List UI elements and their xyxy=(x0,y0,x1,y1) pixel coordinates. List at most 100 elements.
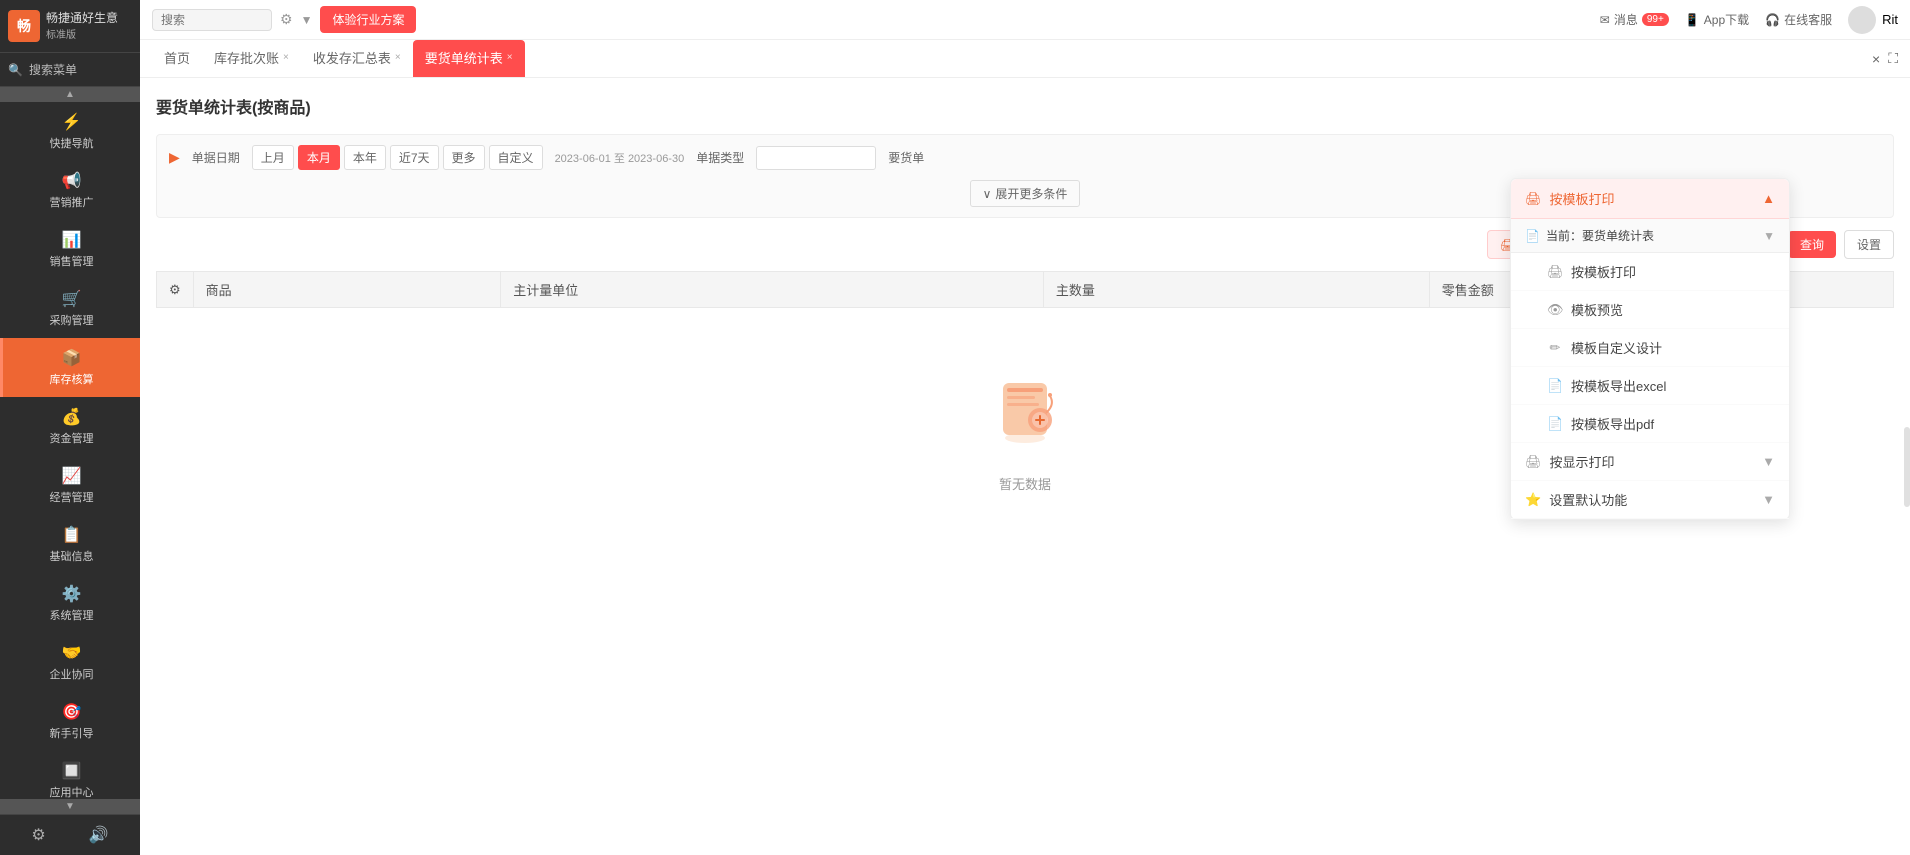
order-type-select[interactable] xyxy=(756,146,876,170)
empty-svg-icon xyxy=(985,368,1065,448)
online-service-label: 在线客服 xyxy=(1784,11,1832,28)
tab-expand-button[interactable]: ⛶ xyxy=(1888,50,1898,67)
sidebar-item-label: 营销推广 xyxy=(50,194,94,210)
sidebar-item-finance[interactable]: 💰 资金管理 xyxy=(0,397,140,456)
message-label: 消息 xyxy=(1614,11,1638,28)
tab-order-stats-close[interactable]: × xyxy=(507,52,513,63)
export-pdf-icon: 📄 xyxy=(1547,416,1563,432)
sidebar-item-label: 系统管理 xyxy=(50,607,94,623)
sidebar-search[interactable]: 🔍 搜索菜单 xyxy=(0,53,140,87)
sidebar-item-label: 新手引导 xyxy=(50,725,94,741)
template-design-label: 模板自定义设计 xyxy=(1571,338,1662,357)
table-gear-header[interactable]: ⚙ xyxy=(157,272,194,308)
tab-home[interactable]: 首页 xyxy=(152,40,202,77)
online-service-button[interactable]: 🎧 在线客服 xyxy=(1765,11,1832,28)
sidebar-nav: ⚡ 快捷导航 📢 营销推广 📊 销售管理 🛒 采购管理 📦 库存核算 💰 资金管… xyxy=(0,102,140,799)
display-print-icon: 🖨 xyxy=(1525,454,1542,470)
gear-icon[interactable]: ⚙ xyxy=(169,282,181,297)
apps-icon: 🔲 xyxy=(62,761,82,781)
tab-batch-account-close[interactable]: × xyxy=(283,52,289,63)
dropdown-current-template: 📄 当前：要货单统计表 ▼ xyxy=(1511,219,1789,253)
query-label: 查询 xyxy=(1800,236,1824,253)
order-type-label: 单据类型 xyxy=(696,149,744,166)
tab-batch-account-label: 库存批次账 xyxy=(214,48,279,67)
dropdown-close-icon[interactable]: ▲ xyxy=(1762,191,1775,206)
dropdown-item-set-default[interactable]: ⭐ 设置默认功能 ▼ xyxy=(1511,481,1789,519)
sidebar-item-label: 资金管理 xyxy=(50,430,94,446)
template-print-label: 按模板打印 xyxy=(1571,262,1636,281)
tab-collection-summary[interactable]: 收发存汇总表 × xyxy=(301,40,413,77)
template-print-icon: 🖨 xyxy=(1547,264,1563,280)
sidebar-item-collab[interactable]: 🤝 企业协同 xyxy=(0,633,140,692)
more-date-button[interactable]: 更多 xyxy=(443,145,485,170)
display-print-label: 按显示打印 xyxy=(1550,452,1615,471)
set-default-label: 设置默认功能 xyxy=(1549,490,1627,509)
tab-collection-close[interactable]: × xyxy=(395,52,401,63)
purchase-icon: 🛒 xyxy=(62,289,82,309)
system-icon: ⚙️ xyxy=(62,584,82,604)
template-design-icon: ✏ xyxy=(1547,340,1563,356)
settings-icon[interactable]: ⚙ xyxy=(31,825,45,845)
tab-order-stats[interactable]: 要货单统计表 × xyxy=(413,40,525,77)
app-download-button[interactable]: 📱 App下载 xyxy=(1685,11,1749,28)
this-month-button[interactable]: 本月 xyxy=(298,145,340,170)
sidebar-item-quick-nav[interactable]: ⚡ 快捷导航 xyxy=(0,102,140,161)
sidebar-item-apps[interactable]: 🔲 应用中心 xyxy=(0,751,140,799)
dropdown-item-display-print[interactable]: 🖨 按显示打印 ▼ xyxy=(1511,443,1789,481)
this-year-button[interactable]: 本年 xyxy=(344,145,386,170)
dropdown-header-right: ▲ xyxy=(1762,191,1775,206)
current-template-chevron[interactable]: ▼ xyxy=(1763,229,1775,243)
user-name: Rit xyxy=(1882,12,1898,27)
quick-nav-icon: ⚡ xyxy=(62,112,82,132)
topbar-search-input[interactable] xyxy=(152,9,272,31)
sound-icon[interactable]: 🔊 xyxy=(89,825,109,845)
dropdown-item-export-excel[interactable]: 📄 按模板导出excel xyxy=(1511,367,1789,405)
scroll-indicator[interactable] xyxy=(1904,427,1910,507)
sidebar-item-inventory[interactable]: 📦 库存核算 xyxy=(0,338,140,397)
tab-close-all-button[interactable]: × xyxy=(1872,50,1880,67)
topbar-gear-icon[interactable]: ⚙ xyxy=(280,11,293,28)
sidebar-item-basic[interactable]: 📋 基础信息 xyxy=(0,515,140,574)
sidebar-item-purchase[interactable]: 🛒 采购管理 xyxy=(0,279,140,338)
query-button[interactable]: 查询 xyxy=(1788,231,1836,258)
main-area: ⚙ ▼ 体验行业方案 ✉ 消息 99+ 📱 App下载 🎧 在线客服 Rit xyxy=(140,0,1910,855)
expand-more-button[interactable]: ∨ 展开更多条件 xyxy=(970,180,1081,207)
dropdown-item-export-pdf[interactable]: 📄 按模板导出pdf xyxy=(1511,405,1789,443)
table-unit-header: 主计量单位 xyxy=(501,272,1044,308)
dropdown-item-template-print[interactable]: 🖨 按模板打印 xyxy=(1511,253,1789,291)
sidebar-item-sales[interactable]: 📊 销售管理 xyxy=(0,220,140,279)
sidebar-search-label: 搜索菜单 xyxy=(29,61,77,78)
expand-more-label: 展开更多条件 xyxy=(995,185,1067,202)
topbar-dropdown-icon[interactable]: ▼ xyxy=(301,13,313,27)
sidebar: 畅 畅捷通好生意 标准版 🔍 搜索菜单 ▲ ⚡ 快捷导航 📢 营销推广 📊 销售… xyxy=(0,0,140,855)
sidebar-item-label: 快捷导航 xyxy=(50,135,94,151)
industry-solution-button[interactable]: 体验行业方案 xyxy=(320,6,416,33)
sidebar-item-business[interactable]: 📈 经营管理 xyxy=(0,456,140,515)
prev-month-button[interactable]: 上月 xyxy=(252,145,294,170)
last7days-button[interactable]: 近7天 xyxy=(390,145,439,170)
message-button[interactable]: ✉ 消息 99+ xyxy=(1600,11,1669,28)
current-template-label: 当前：要货单统计表 xyxy=(1546,227,1654,244)
dropdown-item-template-design[interactable]: ✏ 模板自定义设计 xyxy=(1511,329,1789,367)
sidebar-scroll-up[interactable]: ▲ xyxy=(0,87,140,102)
sidebar-item-system[interactable]: ⚙️ 系统管理 xyxy=(0,574,140,633)
custom-date-button[interactable]: 自定义 xyxy=(489,145,543,170)
order-channel-label: 要货单 xyxy=(888,149,924,166)
app-logo-icon: 畅 xyxy=(8,10,40,42)
sidebar-item-marketing[interactable]: 📢 营销推广 xyxy=(0,161,140,220)
download-icon: 📱 xyxy=(1685,13,1700,27)
set-default-icon: ⭐ xyxy=(1525,492,1541,508)
dropdown-item-template-preview[interactable]: 👁 模板预览 xyxy=(1511,291,1789,329)
service-icon: 🎧 xyxy=(1765,13,1780,27)
business-icon: 📈 xyxy=(62,466,82,486)
sidebar-item-guide[interactable]: 🎯 新手引导 xyxy=(0,692,140,751)
settings-button[interactable]: 设置 xyxy=(1844,230,1894,259)
tab-order-stats-label: 要货单统计表 xyxy=(425,48,503,67)
sidebar-item-label: 基础信息 xyxy=(50,548,94,564)
message-badge: 99+ xyxy=(1642,13,1669,26)
user-area[interactable]: Rit xyxy=(1848,6,1898,34)
sidebar-scroll-down[interactable]: ▼ xyxy=(0,799,140,814)
export-excel-label: 按模板导出excel xyxy=(1571,376,1666,395)
tab-batch-account[interactable]: 库存批次账 × xyxy=(202,40,301,77)
filter-expand-icon[interactable]: ▶ xyxy=(169,149,180,166)
